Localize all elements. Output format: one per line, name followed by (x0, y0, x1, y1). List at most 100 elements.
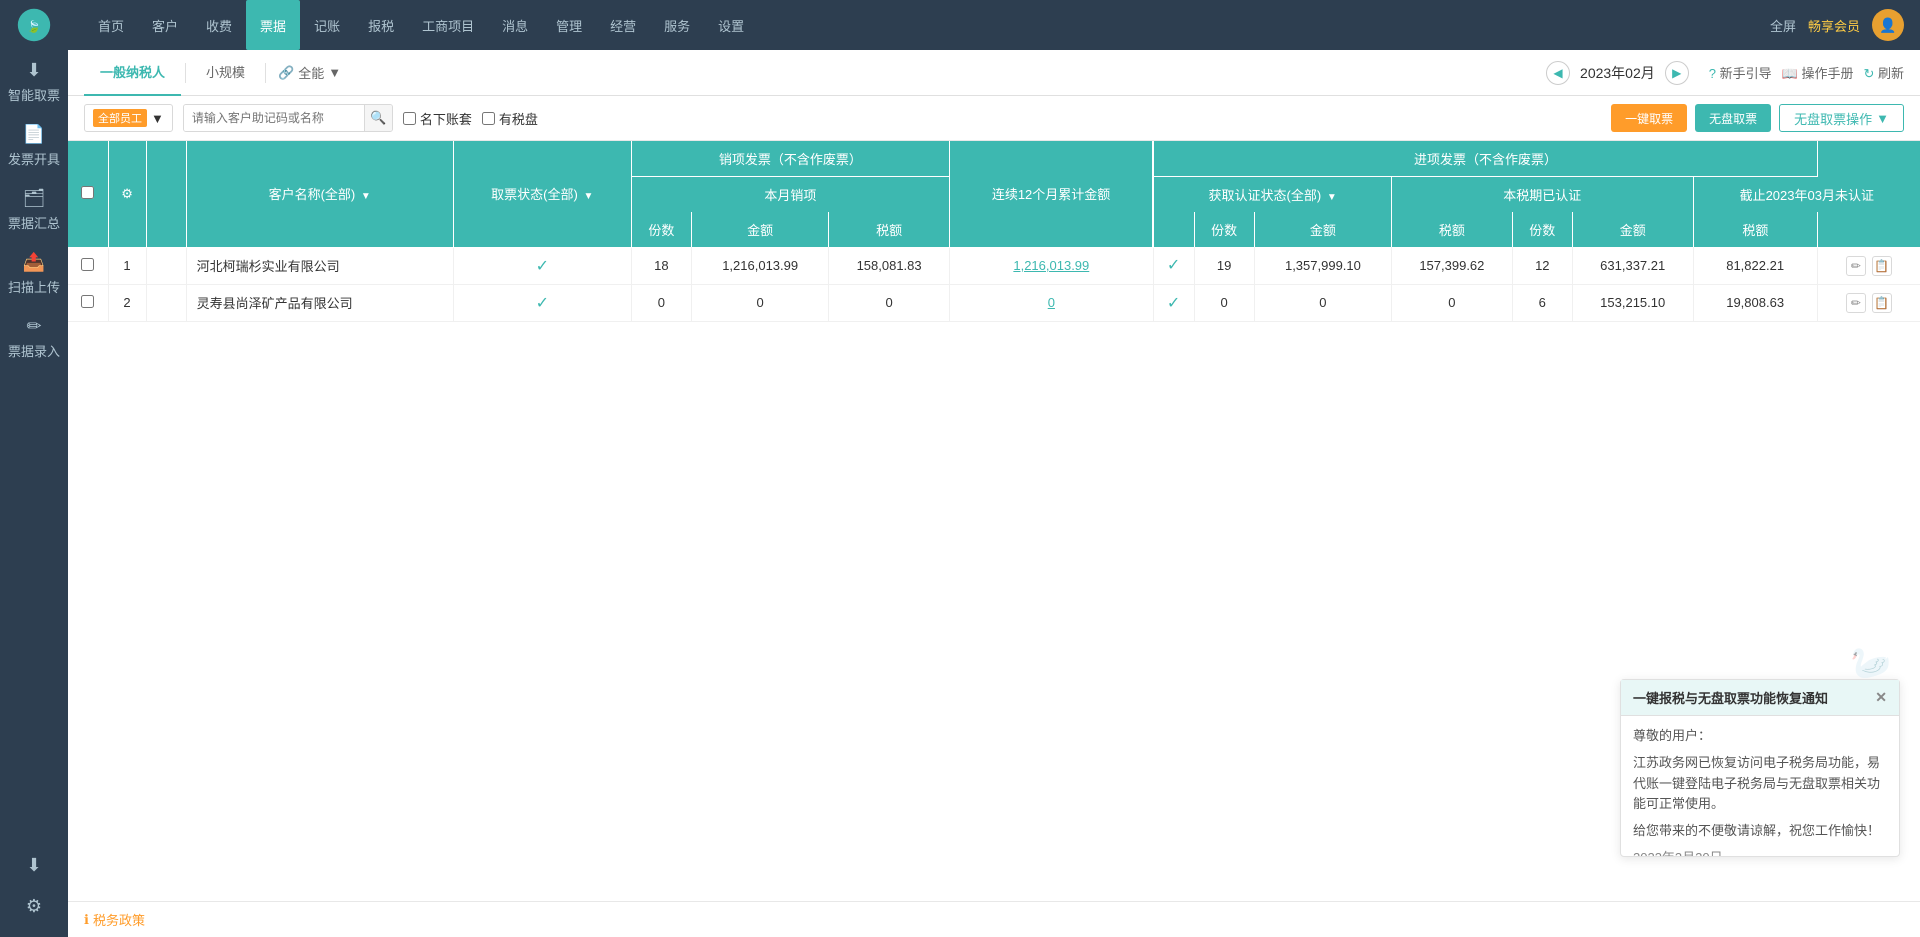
tax-disk-filter-label[interactable]: 有税盘 (482, 109, 538, 128)
th-purchase-tax-cert: 税额 (1392, 212, 1513, 247)
tab-all[interactable]: 🔗 全能 ▼ (270, 63, 349, 82)
th-purchase-invoice-group: 进项发票（不含作废票） (1153, 141, 1817, 177)
notification-body: 尊敬的用户： 江苏政务网已恢复访问电子税务局功能，易代账一键登陆电子税务局与无盘… (1621, 716, 1899, 856)
account-filter-label[interactable]: 名下账套 (403, 109, 472, 128)
sidebar-item-invoice-summary[interactable]: 🗂 票据汇总 (0, 178, 68, 242)
avatar[interactable]: 👤 (1872, 9, 1904, 41)
sidebar-item-smart-fetch[interactable]: ⬇ 智能取票 (0, 50, 68, 114)
sidebar: 🍃 ⬇ 智能取票 📄 发票开具 🗂 票据汇总 📤 扫描上传 ✏ 票据录入 ⬇ ⚙ (0, 0, 68, 937)
nav-manage[interactable]: 管理 (542, 0, 596, 50)
tab-small[interactable]: 小规模 (190, 50, 261, 96)
notification-popup: 🦢 一键报税与无盘取票功能恢复通知 ✕ 尊敬的用户： 江苏政务网已恢复访问电子税… (1620, 679, 1900, 857)
row2-detail-icon[interactable]: 📋 (1872, 293, 1892, 313)
select-all-checkbox[interactable] (81, 186, 94, 199)
th-purchase-count-uncert: 份数 (1512, 212, 1572, 247)
nav-billing[interactable]: 收费 (192, 0, 246, 50)
row2-checkbox[interactable] (68, 284, 108, 321)
notif-line-4: 2023年3月20日 (1633, 848, 1887, 856)
tab-general[interactable]: 一般纳税人 (84, 50, 181, 96)
sidebar-item-settings[interactable]: ⚙ (0, 886, 68, 927)
ops-dropdown-icon: ▼ (1876, 111, 1889, 126)
manual-btn[interactable]: 📖 操作手册 (1782, 63, 1854, 82)
row2-edit-icon[interactable]: ✏ (1846, 293, 1866, 313)
smart-fetch-icon: ⬇ (26, 60, 41, 81)
row1-sales-tax: 158,081.83 (829, 247, 950, 284)
row2-consec12[interactable]: 0 (949, 284, 1153, 321)
search-button[interactable]: 🔍 (364, 104, 392, 132)
nav-service[interactable]: 服务 (650, 0, 704, 50)
row2-sales-tax: 0 (829, 284, 950, 321)
row1-edit-icon[interactable]: ✏ (1846, 256, 1866, 276)
logo[interactable]: 🍃 (0, 0, 68, 50)
nav-customer[interactable]: 客户 (138, 0, 192, 50)
tax-disk-filter-checkbox[interactable] (482, 112, 495, 125)
top-navigation: 首页 客户 收费 票据 记账 报税 工商项目 消息 管理 经营 服务 设置 全屏… (68, 0, 1920, 50)
row2-pur-count-uncert: 6 (1512, 284, 1572, 321)
fullscreen-btn[interactable]: 全屏 (1770, 16, 1796, 35)
th-purchase-count-cert: 份数 (1194, 212, 1254, 247)
th-purchase-amount-cert: 金额 (1254, 212, 1391, 247)
member-btn[interactable]: 畅享会员 (1808, 16, 1860, 35)
one-key-fetch-btn[interactable]: 一键取票 (1611, 104, 1687, 132)
tab-separator-2 (265, 63, 266, 83)
tab-separator-1 (185, 63, 186, 83)
nav-message[interactable]: 消息 (488, 0, 542, 50)
sidebar-bottom: ⬇ ⚙ (0, 845, 68, 937)
row2-pur-count-cert: 0 (1194, 284, 1254, 321)
row2-sales-count: 0 (631, 284, 691, 321)
row1-detail-icon[interactable]: 📋 (1872, 256, 1892, 276)
nav-settings[interactable]: 设置 (704, 0, 758, 50)
date-navigation: ◀ 2023年02月 ▶ (1546, 61, 1689, 85)
toolbar-right: 一键取票 无盘取票 无盘取票操作 ▼ (1611, 104, 1904, 132)
link-icon: 🔗 (278, 65, 294, 81)
nav-business[interactable]: 经营 (596, 0, 650, 50)
toolbar: 全部员工 ▼ 🔍 名下账套 有税盘 一键取票 无盘取票 无盘取票操作 ▼ (68, 96, 1920, 141)
table-row: 1 河北柯瑞杉实业有限公司 ✓ 18 1,216,013.99 158,081.… (68, 247, 1920, 284)
th-purchase-tax-uncert: 税额 (1693, 212, 1817, 247)
th-until-uncertified: 截止2023年03月未认证 (1693, 177, 1920, 213)
tabbar-right-actions: ? 新手引导 📖 操作手册 ↻ 刷新 (1709, 63, 1904, 82)
nav-home[interactable]: 首页 (84, 0, 138, 50)
customer-filter-icon[interactable]: ▼ (361, 191, 371, 202)
download-icon: ⬇ (26, 855, 41, 876)
row1-fetch-status: ✓ (453, 247, 631, 284)
row2-action: ✏ 📋 (1817, 284, 1920, 321)
row1-consec12[interactable]: 1,216,013.99 (949, 247, 1153, 284)
date-next-btn[interactable]: ▶ (1665, 61, 1689, 85)
settings-header-icon[interactable]: ⚙ (121, 186, 133, 201)
th-cert-status: 获取认证状态(全部) ▼ (1153, 177, 1391, 213)
fetch-status-filter-icon[interactable]: ▼ (583, 191, 593, 202)
new-guide-btn[interactable]: ? 新手引导 (1709, 63, 1772, 82)
th-consecutive-12: 连续12个月累计金额 (949, 141, 1153, 247)
row2-pur-amount-cert: 0 (1254, 284, 1391, 321)
no-disk-ops-btn[interactable]: 无盘取票操作 ▼ (1779, 104, 1904, 132)
row1-pur-count-uncert: 12 (1512, 247, 1572, 284)
date-prev-btn[interactable]: ◀ (1546, 61, 1570, 85)
th-current-month-sales: 本月销项 (631, 177, 949, 213)
employee-filter[interactable]: 全部员工 ▼ (84, 104, 173, 132)
tax-policy-link[interactable]: ℹ 税务政策 (84, 910, 145, 929)
th-purchase-amount-uncert: 金额 (1572, 212, 1693, 247)
search-input[interactable] (184, 105, 364, 131)
refresh-btn[interactable]: ↻ 刷新 (1863, 63, 1904, 82)
scan-upload-icon: 📤 (23, 252, 45, 273)
sidebar-item-download[interactable]: ⬇ (0, 845, 68, 886)
row1-checkbox[interactable] (68, 247, 108, 284)
cert-status-filter-icon[interactable]: ▼ (1327, 192, 1337, 203)
nav-industry[interactable]: 工商项目 (408, 0, 488, 50)
sidebar-item-scan-upload[interactable]: 📤 扫描上传 (0, 242, 68, 306)
th-sales-count: 份数 (631, 212, 691, 247)
row1-pur-tax-uncert: 81,822.21 (1693, 247, 1817, 284)
invoice-table: ⚙ 客户名称(全部) ▼ 取票状态(全部) ▼ 销项发票（不含作废票） 连续12… (68, 141, 1920, 322)
svg-text:🍃: 🍃 (27, 19, 42, 33)
account-filter-checkbox[interactable] (403, 112, 416, 125)
notification-close-btn[interactable]: ✕ (1875, 689, 1887, 706)
no-disk-fetch-btn[interactable]: 无盘取票 (1695, 104, 1771, 132)
nav-tax[interactable]: 报税 (354, 0, 408, 50)
sidebar-item-data-entry[interactable]: ✏ 票据录入 (0, 306, 68, 370)
sidebar-item-invoice-open[interactable]: 📄 发票开具 (0, 114, 68, 178)
nav-invoice[interactable]: 票据 (246, 0, 300, 50)
nav-bookkeeping[interactable]: 记账 (300, 0, 354, 50)
row2-sales-amount: 0 (692, 284, 829, 321)
question-icon: ? (1709, 66, 1716, 81)
